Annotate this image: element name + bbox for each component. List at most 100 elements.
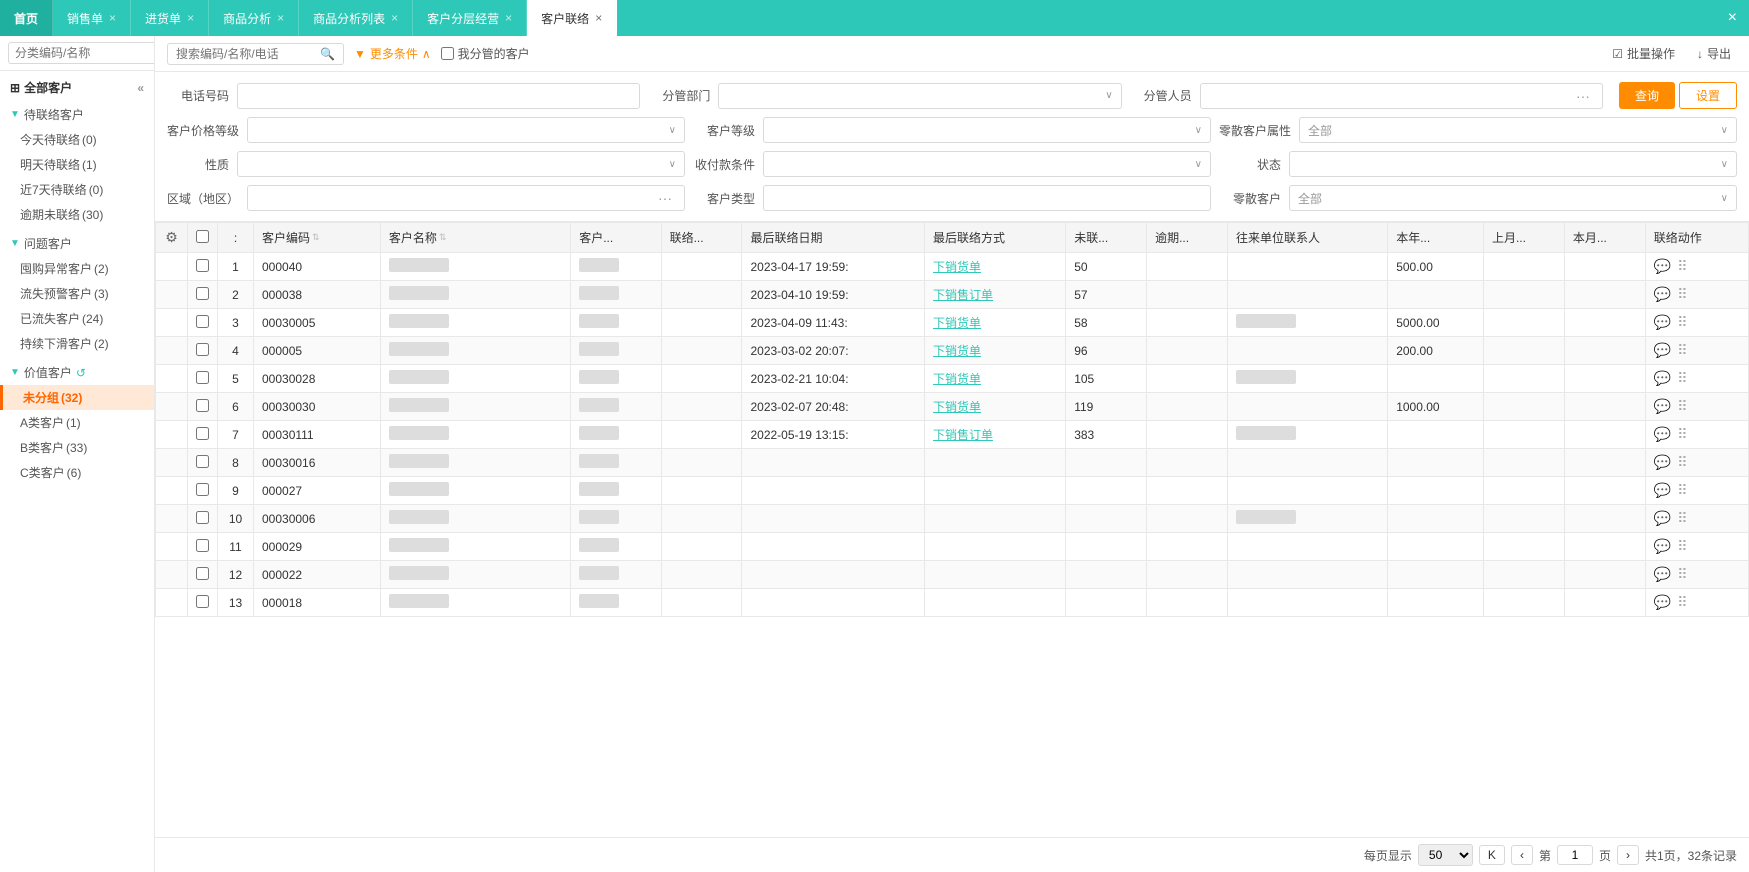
query-btn[interactable]: 查询 bbox=[1619, 82, 1675, 109]
customer-type-select[interactable] bbox=[763, 185, 1211, 211]
customer-level-select[interactable]: ∨ bbox=[763, 117, 1211, 143]
sidebar-item-tomorrow[interactable]: 明天待联络 (1) bbox=[0, 152, 154, 177]
my-customers-checkbox[interactable]: 我分管的客户 bbox=[441, 45, 530, 62]
manager-dots[interactable]: ··· bbox=[1572, 88, 1594, 104]
row-link-3[interactable]: 下销货单 bbox=[933, 344, 981, 358]
action-chat-icon-0[interactable]: 💬 bbox=[1654, 258, 1671, 275]
select-all-checkbox[interactable] bbox=[196, 230, 209, 243]
sidebar-search-input[interactable] bbox=[8, 42, 155, 64]
region-dots[interactable]: ··· bbox=[654, 190, 676, 206]
action-more-icon-4[interactable]: ⠿ bbox=[1677, 370, 1687, 387]
tab-purchase[interactable]: 进货单 × bbox=[131, 0, 209, 36]
sidebar-item-group-a[interactable]: A类客户 (1) bbox=[0, 410, 154, 435]
sidebar-item-churn-warning[interactable]: 流失预警客户 (3) bbox=[0, 281, 154, 306]
row-link-1[interactable]: 下销售订单 bbox=[933, 288, 993, 302]
page-input[interactable] bbox=[1557, 845, 1593, 865]
action-more-icon-11[interactable]: ⠿ bbox=[1677, 566, 1687, 583]
action-chat-icon-6[interactable]: 💬 bbox=[1654, 426, 1671, 443]
row-checkbox-6[interactable] bbox=[196, 427, 209, 440]
sidebar-item-week[interactable]: 近7天待联络 (0) bbox=[0, 177, 154, 202]
phone-input[interactable] bbox=[237, 83, 640, 109]
tab-analysis-close[interactable]: × bbox=[277, 11, 284, 25]
action-chat-icon-2[interactable]: 💬 bbox=[1654, 314, 1671, 331]
row-checkbox-2[interactable] bbox=[196, 315, 209, 328]
row-checkbox-1[interactable] bbox=[196, 287, 209, 300]
zero-customer-select[interactable]: 全部 ∨ bbox=[1289, 185, 1737, 211]
tab-sales-close[interactable]: × bbox=[109, 11, 116, 25]
nature-select[interactable]: ∨ bbox=[237, 151, 685, 177]
search-icon[interactable]: 🔍 bbox=[320, 47, 335, 61]
status-select[interactable]: ∨ bbox=[1289, 151, 1737, 177]
action-chat-icon-12[interactable]: 💬 bbox=[1654, 594, 1671, 611]
action-chat-icon-9[interactable]: 💬 bbox=[1654, 510, 1671, 527]
tab-sales[interactable]: 销售单 × bbox=[53, 0, 131, 36]
action-more-icon-8[interactable]: ⠿ bbox=[1677, 482, 1687, 499]
settings-icon[interactable]: ⚙ bbox=[165, 229, 178, 245]
row-link-2[interactable]: 下销货单 bbox=[933, 316, 981, 330]
tab-customer-tier-close[interactable]: × bbox=[505, 11, 512, 25]
action-more-icon-10[interactable]: ⠿ bbox=[1677, 538, 1687, 555]
row-link-6[interactable]: 下销售订单 bbox=[933, 428, 993, 442]
tab-purchase-close[interactable]: × bbox=[187, 11, 194, 25]
action-more-icon-12[interactable]: ⠿ bbox=[1677, 594, 1687, 611]
manager-select[interactable]: ··· bbox=[1200, 83, 1603, 109]
action-more-icon-3[interactable]: ⠿ bbox=[1677, 342, 1687, 359]
row-checkbox-12[interactable] bbox=[196, 595, 209, 608]
row-checkbox-0[interactable] bbox=[196, 259, 209, 272]
row-checkbox-4[interactable] bbox=[196, 371, 209, 384]
action-chat-icon-7[interactable]: 💬 bbox=[1654, 454, 1671, 471]
sidebar-item-today[interactable]: 今天待联络 (0) bbox=[0, 127, 154, 152]
pending-contact-group-title[interactable]: ▼ 待联络客户 bbox=[0, 102, 154, 127]
sidebar-item-overdue[interactable]: 逾期未联络 (30) bbox=[0, 202, 154, 227]
action-chat-icon-11[interactable]: 💬 bbox=[1654, 566, 1671, 583]
action-more-icon-5[interactable]: ⠿ bbox=[1677, 398, 1687, 415]
tab-customer-contact[interactable]: 客户联络 × bbox=[527, 0, 617, 36]
prev-page-btn[interactable]: ‹ bbox=[1511, 845, 1533, 865]
reset-btn[interactable]: 设置 bbox=[1679, 82, 1737, 109]
my-customers-check[interactable] bbox=[441, 47, 454, 60]
row-checkbox-10[interactable] bbox=[196, 539, 209, 552]
collapse-icon[interactable]: « bbox=[137, 81, 144, 95]
window-close-btn[interactable]: × bbox=[1716, 9, 1749, 27]
zero-attr-select[interactable]: 全部 ∨ bbox=[1299, 117, 1737, 143]
tab-customer-contact-close[interactable]: × bbox=[595, 11, 602, 25]
next-page-btn[interactable]: › bbox=[1617, 845, 1639, 865]
action-more-icon-0[interactable]: ⠿ bbox=[1677, 258, 1687, 275]
all-customers-header[interactable]: ⊞ 全部客户 « bbox=[0, 71, 154, 100]
action-more-icon-6[interactable]: ⠿ bbox=[1677, 426, 1687, 443]
sidebar-item-declining[interactable]: 持续下滑客户 (2) bbox=[0, 331, 154, 356]
tab-analysis-list[interactable]: 商品分析列表 × bbox=[299, 0, 413, 36]
action-chat-icon-10[interactable]: 💬 bbox=[1654, 538, 1671, 555]
action-more-icon-1[interactable]: ⠿ bbox=[1677, 286, 1687, 303]
problem-customers-title[interactable]: ▼ 问题客户 bbox=[0, 231, 154, 256]
dept-select[interactable]: ∨ bbox=[718, 83, 1121, 109]
tab-customer-tier[interactable]: 客户分层经营 × bbox=[413, 0, 527, 36]
sidebar-item-lost[interactable]: 已流失客户 (24) bbox=[0, 306, 154, 331]
tab-home[interactable]: 首页 bbox=[0, 0, 53, 36]
action-chat-icon-3[interactable]: 💬 bbox=[1654, 342, 1671, 359]
sidebar-item-abnormal[interactable]: 囤购异常客户 (2) bbox=[0, 256, 154, 281]
more-conditions-btn[interactable]: ▼ 更多条件 ∧ bbox=[354, 45, 431, 62]
payment-select[interactable]: ∨ bbox=[763, 151, 1211, 177]
action-chat-icon-5[interactable]: 💬 bbox=[1654, 398, 1671, 415]
name-sort-icon[interactable]: ⇅ bbox=[439, 232, 447, 243]
action-more-icon-7[interactable]: ⠿ bbox=[1677, 454, 1687, 471]
action-chat-icon-1[interactable]: 💬 bbox=[1654, 286, 1671, 303]
row-link-5[interactable]: 下销货单 bbox=[933, 400, 981, 414]
tab-analysis-list-close[interactable]: × bbox=[391, 11, 398, 25]
action-chat-icon-4[interactable]: 💬 bbox=[1654, 370, 1671, 387]
row-checkbox-9[interactable] bbox=[196, 511, 209, 524]
sidebar-item-ungrouped[interactable]: 未分组 (32) bbox=[0, 385, 154, 410]
row-checkbox-7[interactable] bbox=[196, 455, 209, 468]
code-sort-icon[interactable]: ⇅ bbox=[312, 232, 320, 243]
action-more-icon-2[interactable]: ⠿ bbox=[1677, 314, 1687, 331]
row-checkbox-3[interactable] bbox=[196, 343, 209, 356]
sidebar-item-group-c[interactable]: C类客户 (6) bbox=[0, 460, 154, 485]
value-customers-title[interactable]: ▼ 价值客户 ↺ bbox=[0, 360, 154, 385]
search-input[interactable] bbox=[176, 47, 316, 61]
row-checkbox-5[interactable] bbox=[196, 399, 209, 412]
first-page-btn[interactable]: K bbox=[1479, 845, 1505, 865]
row-checkbox-8[interactable] bbox=[196, 483, 209, 496]
action-chat-icon-8[interactable]: 💬 bbox=[1654, 482, 1671, 499]
region-select[interactable]: ··· bbox=[247, 185, 685, 211]
